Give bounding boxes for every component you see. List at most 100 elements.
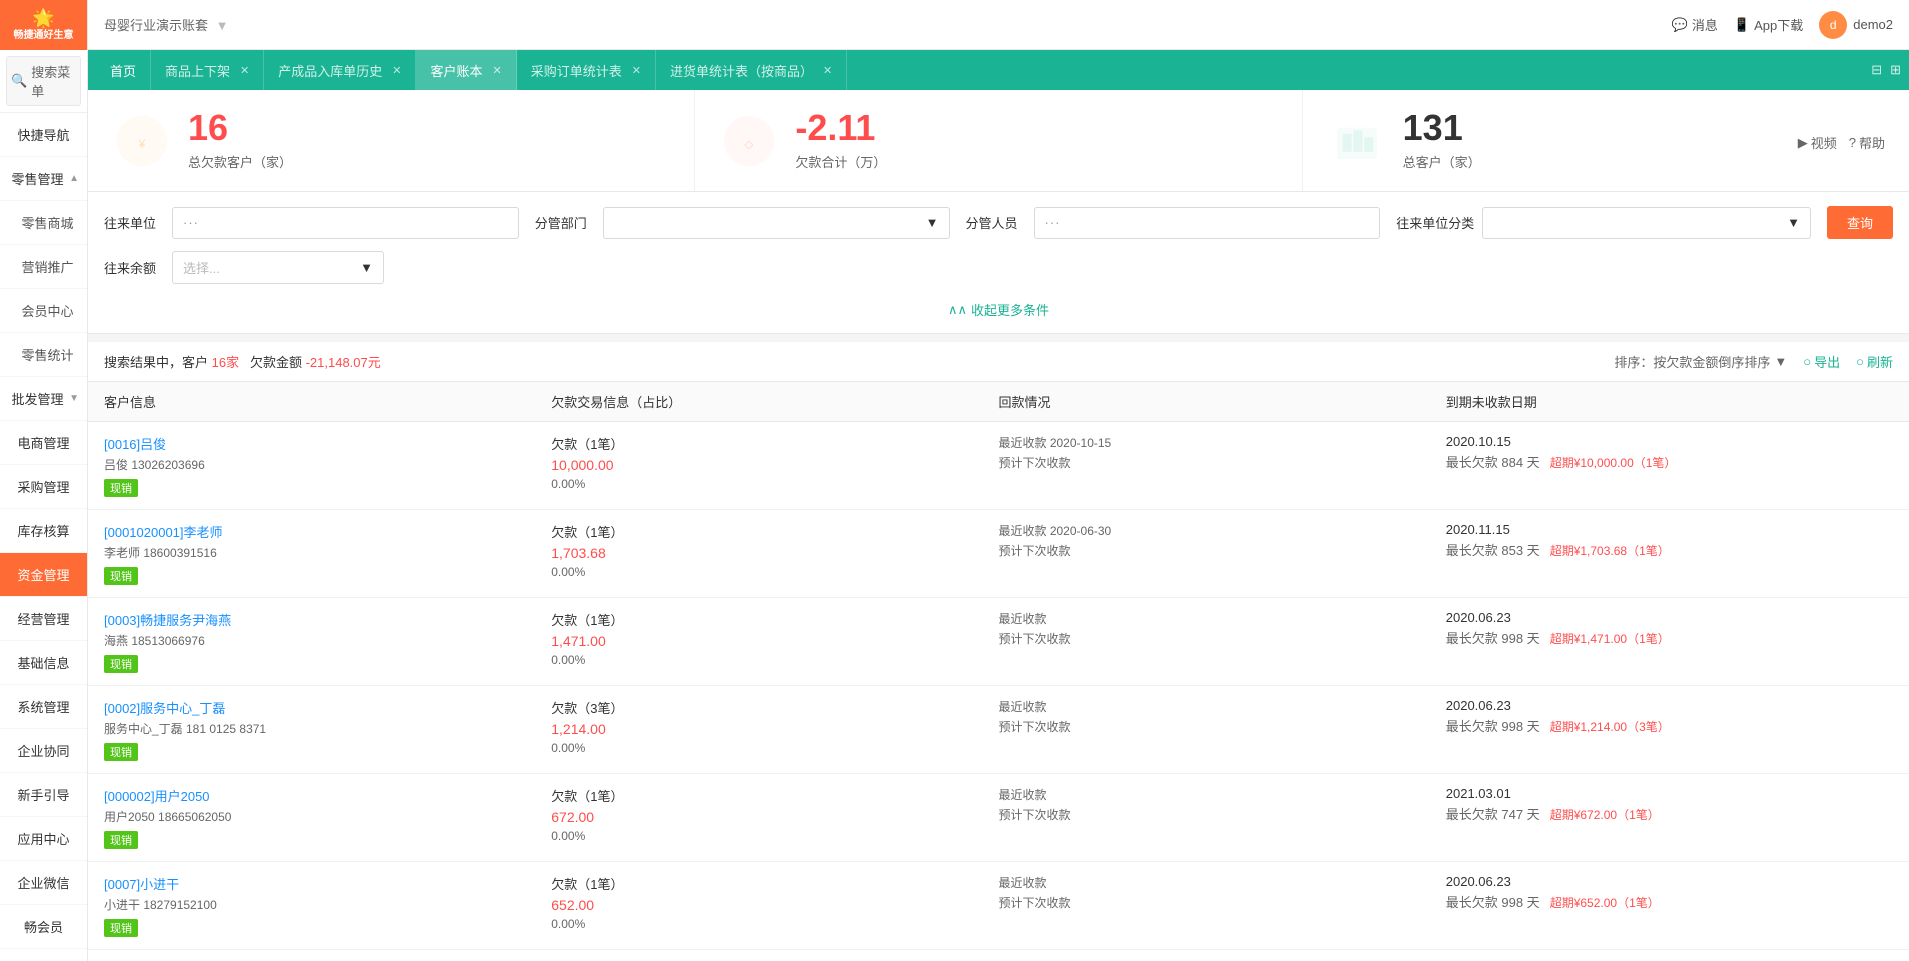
video-help-button[interactable]: ▶ 视频: [1798, 133, 1837, 152]
sidebar-item-purchase[interactable]: 采购管理: [0, 465, 87, 509]
next-payment: 预计下次收款: [999, 454, 1446, 471]
sidebar-item-ecommerce[interactable]: 电商管理: [0, 421, 87, 465]
overdue-amount-link[interactable]: 超期¥1,214.00（3笔）: [1550, 720, 1670, 734]
sidebar-item-basic-info[interactable]: 基础信息: [0, 641, 87, 685]
table-row: [0002]服务中心_丁磊 服务中心_丁磊 181 0125 8371 现销 欠…: [88, 686, 1909, 774]
overdue-info: 最长欠款 853 天 超期¥1,703.68（1笔）: [1446, 540, 1893, 559]
filter-input-person[interactable]: ···: [1034, 207, 1381, 239]
tabs-bar: 首页 商品上下架 ✕ 产成品入库单历史 ✕ 客户账本 ✕ 采购订单统计表 ✕ 进…: [88, 50, 1909, 90]
sidebar-item-marketing[interactable]: 营销推广: [0, 245, 87, 289]
customer-name-link[interactable]: [0002]服务中心_丁磊: [104, 701, 225, 716]
tab-close-icon-2[interactable]: ✕: [392, 64, 401, 77]
overdue-amount-link[interactable]: 超期¥1,471.00（1笔）: [1550, 632, 1670, 646]
batch-mgmt-label: 批发管理: [8, 389, 67, 408]
filter-input-unit[interactable]: ···: [172, 207, 519, 239]
tabs-expand-icon[interactable]: ⊞: [1890, 62, 1901, 78]
sidebar-item-member[interactable]: 会员中心: [0, 289, 87, 333]
due-date: 2020.06.23: [1446, 874, 1893, 889]
tab-home[interactable]: 首页: [96, 50, 151, 90]
stat-card-customers: ¥ 16 总欠款客户（家）: [88, 90, 695, 191]
overdue-amount-link[interactable]: 超期¥672.00（1笔）: [1550, 808, 1660, 822]
filter-label-unit: 往来单位: [104, 213, 164, 232]
customer-name-link[interactable]: [0016]吕俊: [104, 437, 166, 452]
refresh-icon: ○: [1856, 354, 1864, 369]
debt-amount[interactable]: 652.00: [551, 897, 998, 913]
tab-close-icon-5[interactable]: ✕: [823, 64, 832, 77]
quick-nav-label: 快捷导航: [17, 125, 69, 144]
debt-amount[interactable]: 672.00: [551, 809, 998, 825]
chevron-down-icon: ▲: [69, 173, 79, 184]
marketing-label: 营销推广: [21, 257, 73, 276]
user-menu[interactable]: d demo2: [1819, 11, 1893, 39]
stat-label-total: 总客户（家）: [1403, 152, 1481, 171]
sidebar-item-system[interactable]: 系统管理: [0, 685, 87, 729]
customer-info-cell: [0007]小进干 小进干 18279152100 现销: [104, 874, 551, 937]
tab-product-shelf[interactable]: 商品上下架 ✕: [151, 50, 264, 90]
sidebar-item-quick-nav[interactable]: 快捷导航: [0, 113, 87, 157]
overdue-amount-link[interactable]: 超期¥10,000.00（1笔）: [1550, 456, 1677, 470]
tab-product-history[interactable]: 产成品入库单历史 ✕: [264, 50, 416, 90]
customer-tag: 现销: [104, 831, 138, 849]
sidebar-item-enterprise[interactable]: 企业协同: [0, 729, 87, 773]
app-download-button[interactable]: 📱 App下载: [1734, 15, 1803, 34]
tab-close-icon-4[interactable]: ✕: [632, 64, 641, 77]
retail-mgmt-label: 零售管理: [8, 169, 67, 188]
main-area: 母婴行业演示账套 ▼ 💬 消息 📱 App下载 d demo2 首页 商品上下架…: [88, 0, 1909, 961]
filter-select-dept[interactable]: ▼: [603, 207, 950, 239]
customer-name-link[interactable]: [000002]用户2050: [104, 789, 210, 804]
overdue-amount-link[interactable]: 超期¥1,703.68（1笔）: [1550, 544, 1670, 558]
customer-name-link[interactable]: [0001020001]李老师: [104, 525, 223, 540]
sidebar-item-retail-mall[interactable]: 零售商城: [0, 201, 87, 245]
due-date-cell: 2020.06.23 最长欠款 998 天 超期¥652.00（1笔）: [1446, 874, 1893, 911]
chevron-down-sort-icon: ▼: [1774, 354, 1787, 369]
customer-phone: 用户2050 18665062050: [104, 808, 551, 825]
tab-close-icon-3[interactable]: ✕: [493, 64, 502, 77]
message-button[interactable]: 💬 消息: [1672, 15, 1718, 34]
tab-customer-account[interactable]: 客户账本 ✕: [416, 50, 516, 90]
debt-amount[interactable]: 1,214.00: [551, 721, 998, 737]
customer-info-cell: [0002]服务中心_丁磊 服务中心_丁磊 181 0125 8371 现销: [104, 698, 551, 761]
sidebar-item-retail-mgmt[interactable]: 零售管理 ▲: [0, 157, 87, 201]
overdue-amount-link[interactable]: 超期¥652.00（1笔）: [1550, 896, 1660, 910]
filter-select-category[interactable]: ▼: [1482, 207, 1811, 239]
help-button[interactable]: ? 帮助: [1849, 133, 1885, 152]
tab-purchase-order[interactable]: 采购订单统计表 ✕: [517, 50, 656, 90]
dots-icon-2: ···: [1045, 215, 1061, 230]
refresh-button[interactable]: ○ 刷新: [1856, 352, 1893, 371]
sidebar-item-inventory[interactable]: 库存核算: [0, 509, 87, 553]
debt-amount[interactable]: 10,000.00: [551, 457, 998, 473]
sidebar-item-vip[interactable]: 畅会员: [0, 905, 87, 949]
query-button[interactable]: 查询: [1827, 206, 1893, 239]
tab-purchase-stats[interactable]: 进货单统计表（按商品） ✕: [656, 50, 847, 90]
purchase-label: 采购管理: [17, 477, 69, 496]
collapse-button[interactable]: ∧∧ 收起更多条件: [948, 300, 1049, 319]
menu-search-button[interactable]: 🔍 搜索菜单: [6, 56, 81, 106]
sidebar-item-guide[interactable]: 新手引导: [0, 773, 87, 817]
customer-name-link[interactable]: [0003]畅捷服务尹海燕: [104, 613, 231, 628]
sidebar-item-operation[interactable]: 经营管理: [0, 597, 87, 641]
svg-text:¥: ¥: [138, 138, 146, 151]
logo-text: 畅捷通好生意: [14, 30, 74, 42]
customer-name-link[interactable]: [0007]小进干: [104, 877, 179, 892]
sidebar-item-batch-mgmt[interactable]: 批发管理 ▼: [0, 377, 87, 421]
filter-label-category: 往来单位分类: [1396, 213, 1474, 232]
customer-info-cell: [0016]吕俊 吕俊 13026203696 现销: [104, 434, 551, 497]
sidebar-item-finance[interactable]: 资金管理: [0, 553, 87, 597]
filter-select-balance[interactable]: 选择... ▼: [172, 251, 384, 284]
sidebar-item-app-center[interactable]: 应用中心: [0, 817, 87, 861]
debt-amount[interactable]: 1,703.68: [551, 545, 998, 561]
help-icon: ?: [1849, 135, 1856, 150]
debt-count: 欠款（1笔）: [551, 610, 998, 629]
export-button[interactable]: ○ 导出: [1803, 352, 1840, 371]
tabs-collapse-icon[interactable]: ⊟: [1871, 62, 1882, 78]
sort-select[interactable]: 排序：按欠款金额倒序排序 ▼: [1614, 352, 1787, 371]
last-payment: 最近收款 2020-06-30: [999, 522, 1446, 539]
topbar-actions: 💬 消息 📱 App下载 d demo2: [1672, 11, 1893, 39]
sidebar-item-retail-stats[interactable]: 零售统计: [0, 333, 87, 377]
tab-close-icon[interactable]: ✕: [240, 64, 249, 77]
search-area[interactable]: 🔍 搜索菜单: [0, 50, 87, 113]
sidebar: 🌟 畅捷通好生意 🔍 搜索菜单 快捷导航 零售管理 ▲ 零售商城 营销推广 会员…: [0, 0, 88, 961]
due-date: 2020.06.23: [1446, 610, 1893, 625]
debt-amount[interactable]: 1,471.00: [551, 633, 998, 649]
sidebar-item-wechat[interactable]: 企业微信: [0, 861, 87, 905]
